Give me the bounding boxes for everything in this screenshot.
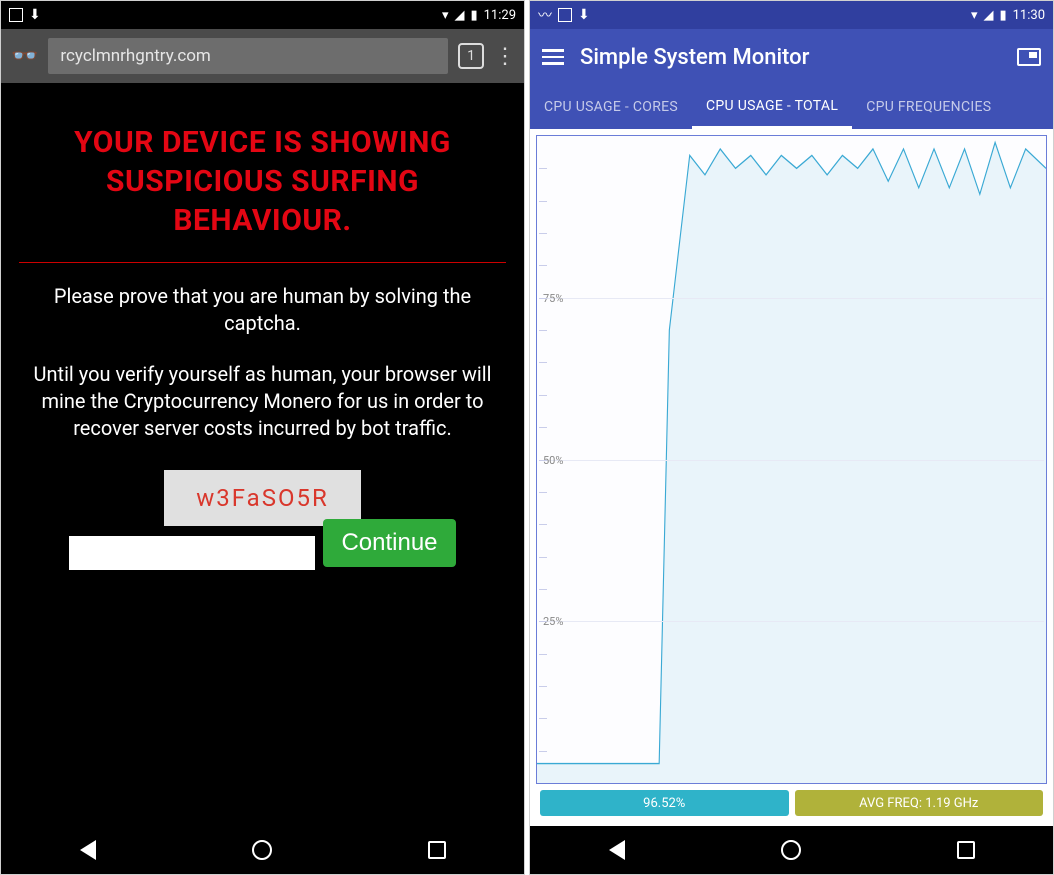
chart-footer: 96.52% AVG FREQ: 1.19 GHz: [536, 784, 1047, 820]
captcha-image: w3FaSO5R: [164, 470, 360, 526]
captcha-instruction: Please prove that you are human by solvi…: [19, 283, 506, 337]
tab-cpu-cores[interactable]: CPU USAGE - CORES: [530, 85, 692, 129]
signal-icon: ◢: [454, 8, 464, 23]
home-icon[interactable]: [779, 838, 803, 862]
recents-icon[interactable]: [425, 838, 449, 862]
battery-icon: ▮: [470, 8, 477, 23]
chart-container: 25%50%75% 96.52% AVG FREQ: 1.19 GHz: [530, 129, 1053, 826]
hamburger-icon[interactable]: [542, 49, 564, 65]
status-bar: ⬇ ▾ ◢ ▮ 11:29: [1, 1, 524, 29]
recents-icon[interactable]: [954, 838, 978, 862]
headline-line: YOUR DEVICE IS SHOWING: [74, 123, 451, 162]
continue-button[interactable]: Continue: [323, 519, 455, 567]
headline-line: SUSPICIOUS SURFING: [74, 162, 451, 201]
back-icon[interactable]: [605, 838, 629, 862]
tab-count: 1: [467, 48, 475, 64]
android-navbar: [1, 826, 524, 874]
notification-icon: [9, 8, 23, 22]
left-device: ⬇ ▾ ◢ ▮ 11:29 👓 rcyclmnrhgntry.com 1 ⋮ Y…: [0, 0, 525, 875]
download-icon: ⬇: [29, 8, 41, 22]
clock: 11:29: [484, 8, 516, 23]
right-device: 〰 ⬇ ▾ ◢ ▮ 11:30 Simple System Monitor CP…: [529, 0, 1054, 875]
page-content: YOUR DEVICE IS SHOWING SUSPICIOUS SURFIN…: [1, 83, 524, 826]
android-navbar: [530, 826, 1053, 874]
clock: 11:30: [1013, 8, 1045, 23]
pip-icon[interactable]: [1017, 48, 1041, 66]
activity-icon: 〰: [538, 5, 552, 25]
status-bar: 〰 ⬇ ▾ ◢ ▮ 11:30: [530, 1, 1053, 29]
avg-freq-pill: AVG FREQ: 1.19 GHz: [795, 790, 1044, 816]
battery-icon: ▮: [999, 8, 1006, 23]
captcha-input-row: Continue: [69, 536, 455, 570]
notification-icon: [558, 8, 572, 22]
url-text: rcyclmnrhgntry.com: [60, 46, 210, 66]
incognito-icon: 👓: [11, 44, 38, 69]
wifi-icon: ▾: [442, 8, 449, 23]
tab-cpu-total[interactable]: CPU USAGE - TOTAL: [692, 85, 852, 129]
signal-icon: ◢: [983, 8, 993, 23]
tab-cpu-freq[interactable]: CPU FREQUENCIES: [852, 85, 1005, 129]
app-bar: Simple System Monitor CPU USAGE - CORES …: [530, 29, 1053, 129]
usage-pill: 96.52%: [540, 790, 789, 816]
app-title: Simple System Monitor: [580, 45, 1001, 70]
tab-row: CPU USAGE - CORES CPU USAGE - TOTAL CPU …: [530, 85, 1053, 129]
tab-count-button[interactable]: 1: [458, 43, 484, 69]
url-bar[interactable]: rcyclmnrhgntry.com: [48, 38, 448, 74]
wifi-icon: ▾: [971, 8, 978, 23]
download-icon: ⬇: [578, 8, 590, 22]
divider: [19, 262, 506, 263]
headline-line: BEHAVIOUR.: [74, 201, 451, 240]
warning-headline: YOUR DEVICE IS SHOWING SUSPICIOUS SURFIN…: [74, 123, 451, 240]
captcha-input[interactable]: [69, 536, 315, 570]
mining-notice: Until you verify yourself as human, your…: [19, 361, 506, 442]
cpu-usage-chart: 25%50%75%: [536, 135, 1047, 784]
home-icon[interactable]: [250, 838, 274, 862]
back-icon[interactable]: [76, 838, 100, 862]
browser-toolbar: 👓 rcyclmnrhgntry.com 1 ⋮: [1, 29, 524, 83]
overflow-menu-icon[interactable]: ⋮: [494, 44, 514, 69]
